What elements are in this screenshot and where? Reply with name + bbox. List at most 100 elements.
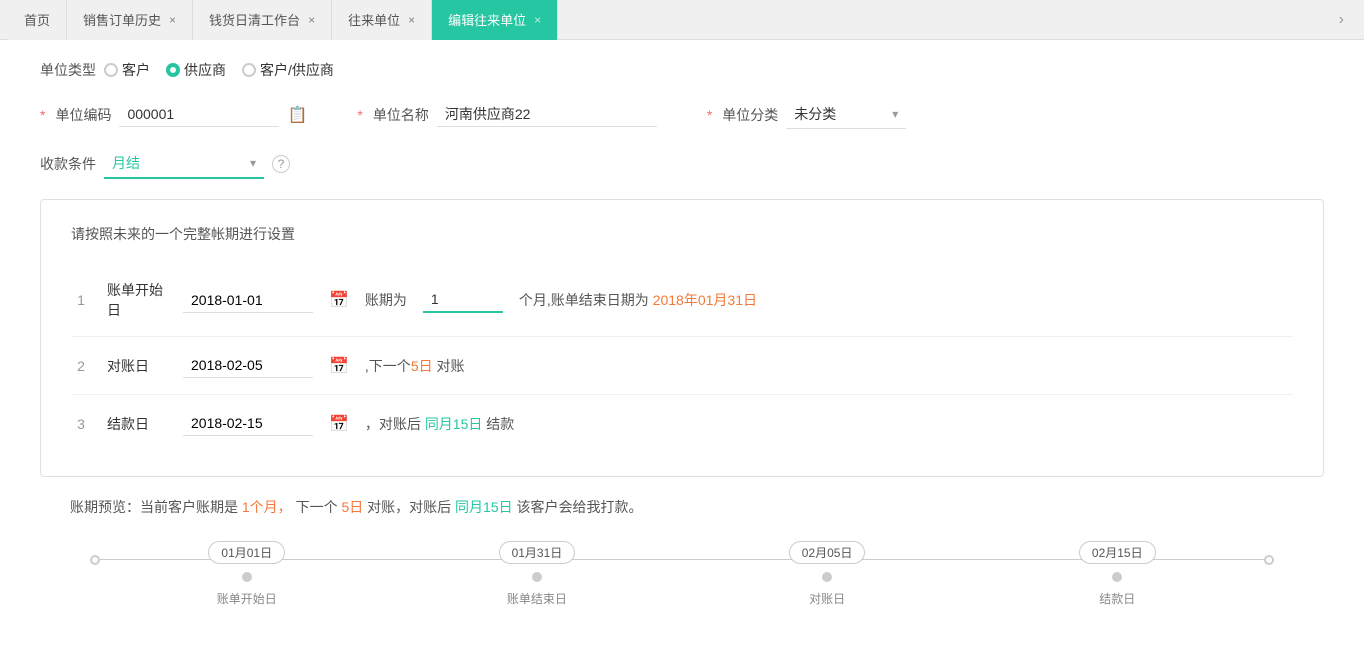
radio-customer[interactable]: 客户 (104, 60, 150, 80)
period-reconcile-date-input[interactable] (183, 353, 313, 378)
unit-category-value: 未分类 (794, 104, 884, 124)
unit-name-input[interactable] (437, 102, 657, 127)
period-row-3: 3 结款日 📅 ，对账后 同月15日 结款 (71, 395, 1293, 452)
period-reconcile-calendar-icon[interactable]: 📅 (329, 356, 349, 376)
tab-edit-partner[interactable]: 编辑往来单位 × (432, 0, 558, 40)
period-row-1-num: 1 (71, 292, 91, 308)
period-row-1-desc-before: 账期为 (365, 290, 407, 310)
period-settings-box: 请按照未来的一个完整帐期进行设置 1 账单开始日 📅 账期为 个月,账单结束日期… (40, 199, 1324, 477)
period-row-3-desc: ，对账后 同月15日 结款 (365, 414, 514, 434)
tab-sales-history-close[interactable]: × (169, 13, 176, 27)
payment-condition-help-icon[interactable]: ? (272, 155, 290, 173)
period-start-date-input[interactable] (183, 288, 313, 313)
preview-label: 账期预览：当前客户账期是 (70, 499, 238, 515)
timeline-date-2: 01月31日 (499, 541, 576, 564)
timeline-label-3: 对账日 (809, 590, 845, 607)
timeline-dot-4 (1112, 572, 1122, 582)
timeline-date-4: 02月15日 (1079, 541, 1156, 564)
preview-payment: 同月15日 (455, 499, 513, 515)
period-row-1-desc-after: 个月,账单结束日期为 2018年01月31日 (519, 290, 757, 310)
unit-name-star: * (357, 107, 362, 123)
radio-supplier-label: 供应商 (184, 60, 226, 80)
payment-condition-field: 收款条件 月结 ▾ ? (40, 149, 290, 179)
payment-condition-label: 收款条件 (40, 154, 96, 174)
radio-supplier-circle (166, 63, 180, 77)
period-start-calendar-icon[interactable]: 📅 (329, 290, 349, 310)
unit-category-arrow: ▾ (892, 107, 898, 121)
period-months-input[interactable] (423, 287, 503, 313)
tab-edit-partner-label: 编辑往来单位 (448, 10, 526, 29)
timeline: 01月01日 账单开始日 01月31日 账单结束日 02月05日 对账日 02月… (70, 541, 1294, 607)
timeline-label-4: 结款日 (1099, 590, 1135, 607)
timeline-item-2: 01月31日 账单结束日 (499, 541, 576, 607)
unit-name-field: * 单位名称 (357, 102, 656, 127)
period-settings-title: 请按照未来的一个完整帐期进行设置 (71, 224, 1293, 244)
unit-type-row: 单位类型 客户 供应商 客户/供应商 (40, 60, 1324, 80)
timeline-dot-3 (822, 572, 832, 582)
unit-info-row: * 单位编码 📋 * 单位名称 * 单位分类 未分类 ▾ (40, 100, 1324, 129)
unit-category-select[interactable]: 未分类 ▾ (786, 100, 906, 129)
timeline-label-2: 账单结束日 (507, 590, 567, 607)
preview-after-reconcile: 对账，对账后 (367, 499, 451, 515)
period-end-date: 2018年01月31日 (653, 292, 757, 308)
timeline-dot-2 (532, 572, 542, 582)
timeline-label-1: 账单开始日 (217, 590, 277, 607)
preview-text: 账期预览：当前客户账期是 1个月， 下一个 5日 对账，对账后 同月15日 该客… (70, 497, 1294, 517)
timeline-item-4: 02月15日 结款日 (1079, 541, 1156, 607)
timeline-left-cap (90, 555, 100, 565)
tab-partner-units-label: 往来单位 (348, 10, 400, 29)
tab-partner-units[interactable]: 往来单位 × (332, 0, 432, 40)
payment-condition-arrow: ▾ (250, 156, 256, 170)
timeline-date-1: 01月01日 (208, 541, 285, 564)
unit-category-star: * (707, 107, 712, 123)
tab-home-label: 首页 (24, 10, 50, 29)
period-payment-calendar-icon[interactable]: 📅 (329, 414, 349, 434)
period-row-3-num: 3 (71, 416, 91, 432)
period-row-2-label: 对账日 (107, 356, 167, 376)
period-payment-date-input[interactable] (183, 411, 313, 436)
period-row-1: 1 账单开始日 📅 账期为 个月,账单结束日期为 2018年01月31日 (71, 264, 1293, 337)
radio-both-label: 客户/供应商 (260, 60, 334, 80)
unit-code-calendar-icon[interactable]: 📋 (287, 105, 307, 125)
tab-bar: 首页 销售订单历史 × 钱货日清工作台 × 往来单位 × 编辑往来单位 × › (0, 0, 1364, 40)
unit-code-star: * (40, 107, 45, 123)
radio-supplier[interactable]: 供应商 (166, 60, 226, 80)
tab-cash-workbench-close[interactable]: × (308, 13, 315, 27)
period-row-2: 2 对账日 📅 ,下一个5日 对账 (71, 337, 1293, 395)
unit-code-input[interactable] (119, 102, 279, 127)
payment-condition-value: 月结 (112, 153, 242, 173)
unit-type-label: 单位类型 (40, 60, 96, 80)
period-row-2-num: 2 (71, 358, 91, 374)
tab-home[interactable]: 首页 (8, 0, 67, 40)
tab-cash-workbench-label: 钱货日清工作台 (209, 10, 300, 29)
tab-partner-units-close[interactable]: × (408, 13, 415, 27)
tab-more-arrow[interactable]: › (1327, 11, 1356, 29)
unit-type-field: 单位类型 客户 供应商 客户/供应商 (40, 60, 334, 80)
radio-customer-label: 客户 (122, 60, 150, 80)
period-row-1-label: 账单开始日 (107, 280, 167, 320)
radio-customer-circle (104, 63, 118, 77)
payment-condition-select[interactable]: 月结 ▾ (104, 149, 264, 179)
main-content: 单位类型 客户 供应商 客户/供应商 * 单位编码 (0, 40, 1364, 647)
preview-mid: 下一个 (296, 499, 338, 515)
radio-both[interactable]: 客户/供应商 (242, 60, 334, 80)
preview-period: 1个月， (242, 499, 292, 515)
preview-reconcile: 5日 (341, 499, 363, 515)
unit-code-label: 单位编码 (55, 105, 111, 125)
tab-sales-history-label: 销售订单历史 (83, 10, 161, 29)
timeline-date-3: 02月05日 (789, 541, 866, 564)
unit-name-label: 单位名称 (373, 105, 429, 125)
timeline-items: 01月01日 账单开始日 01月31日 账单结束日 02月05日 对账日 02月… (90, 541, 1274, 607)
period-row-3-label: 结款日 (107, 414, 167, 434)
preview-end: 该客户会给我打款。 (517, 499, 643, 515)
tab-cash-workbench[interactable]: 钱货日清工作台 × (193, 0, 332, 40)
unit-code-field: * 单位编码 📋 (40, 102, 307, 127)
tab-sales-history[interactable]: 销售订单历史 × (67, 0, 193, 40)
tab-edit-partner-close[interactable]: × (534, 13, 541, 27)
timeline-item-3: 02月05日 对账日 (789, 541, 866, 607)
period-row-2-day: 5日 (411, 358, 433, 374)
timeline-right-cap (1264, 555, 1274, 565)
unit-category-label: 单位分类 (722, 105, 778, 125)
unit-category-field: * 单位分类 未分类 ▾ (707, 100, 906, 129)
timeline-item-1: 01月01日 账单开始日 (208, 541, 285, 607)
